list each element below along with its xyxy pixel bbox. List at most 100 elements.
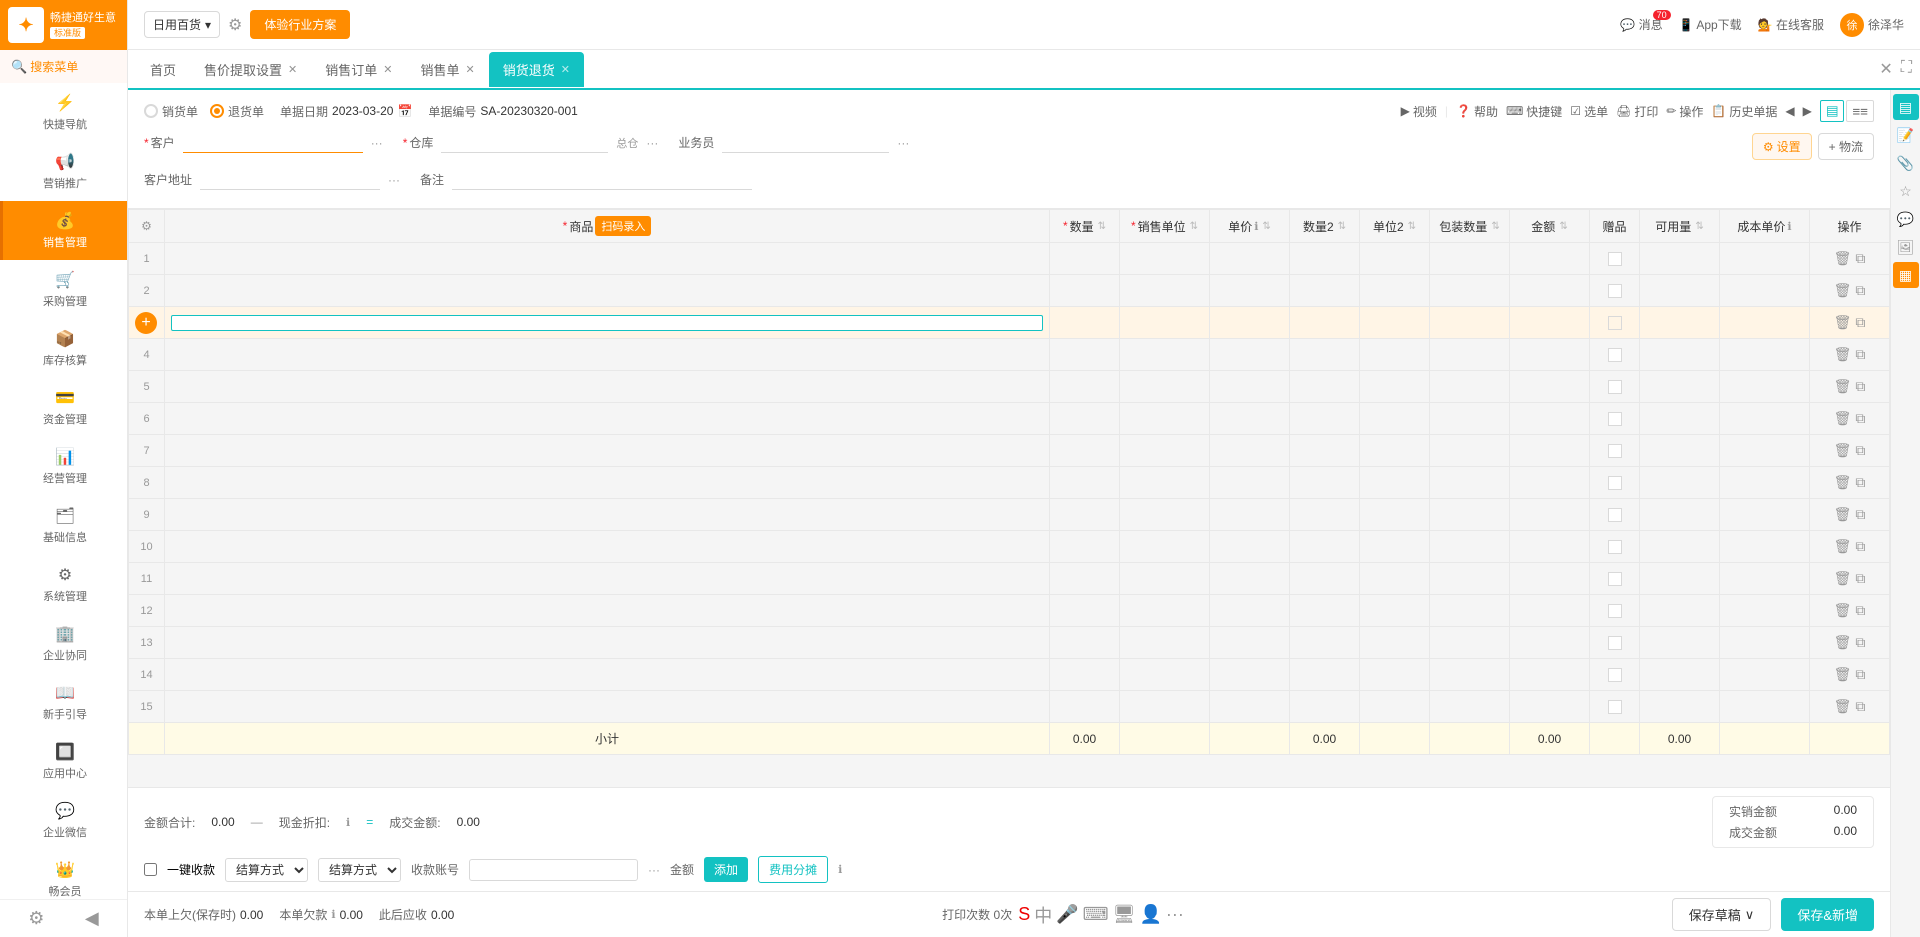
save-new-button[interactable]: 保存&新增 [1781,898,1874,931]
note-input[interactable] [452,169,752,190]
tab-return[interactable]: 销货退货 ✕ [489,52,584,87]
copy-row-btn-3[interactable]: ⧉ [1855,314,1865,331]
save-draft-button[interactable]: 保存草稿 ∨ [1672,898,1772,931]
gift-checkbox-5[interactable] [1608,380,1622,394]
delete-row-btn-6[interactable]: 🗑 [1834,410,1852,427]
close-tab-icon[interactable]: ✕ [1879,59,1892,79]
app-download-button[interactable]: 📱 App下载 [1679,16,1742,33]
copy-row-btn-12[interactable]: ⧉ [1855,602,1865,619]
gift-checkbox-3[interactable] [1608,316,1622,330]
tab-order[interactable]: 销售订单 ✕ [311,52,406,87]
copy-row-btn-8[interactable]: ⧉ [1855,474,1865,491]
topbar-gear-icon[interactable]: ⚙ [228,15,242,35]
tab-price[interactable]: 售价提取设置 ✕ [190,52,311,87]
toolbar-operation-btn[interactable]: ✏ 操作 [1666,103,1703,120]
right-table-view-icon[interactable]: ▤ [1893,94,1919,120]
right-chat-icon[interactable]: 💬 [1893,206,1919,232]
delete-row-btn-13[interactable]: 🗑 [1834,634,1852,651]
gift-checkbox-2[interactable] [1608,284,1622,298]
copy-row-btn-15[interactable]: ⧉ [1855,698,1865,715]
expand-tab-icon[interactable]: ⛶ [1901,59,1912,79]
copy-row-btn-6[interactable]: ⧉ [1855,410,1865,427]
industry-select[interactable]: 日用百货 ▾ [144,11,220,38]
amount-sort-icon[interactable]: ⇅ [1559,221,1567,232]
tab-close-sales[interactable]: ✕ [466,63,475,76]
toolbar-history-btn[interactable]: 📋 历史单据 [1711,103,1777,120]
delete-row-btn-4[interactable]: 🗑 [1834,346,1852,363]
copy-row-btn-7[interactable]: ⧉ [1855,442,1865,459]
copy-row-btn-14[interactable]: ⧉ [1855,666,1865,683]
warehouse-lookup-btn[interactable]: ··· [646,136,658,150]
sidebar-item-purchase[interactable]: 🛒 采购管理 [0,260,127,319]
price-sort-icon[interactable]: ⇅ [1262,221,1270,232]
gift-checkbox-6[interactable] [1608,412,1622,426]
toolbar-select-btn[interactable]: ☑ 选单 [1570,103,1608,120]
customer-input[interactable] [183,132,363,153]
sidebar-item-inventory[interactable]: 📦 库存核算 [0,319,127,378]
cash-discount-info-icon[interactable]: ℹ [346,816,350,829]
expense-split-btn[interactable]: 费用分摊 [758,856,828,883]
tab-close-order[interactable]: ✕ [383,63,392,76]
delete-row-btn-1[interactable]: 🗑 [1834,250,1852,267]
delete-row-btn-5[interactable]: 🗑 [1834,378,1852,395]
nav-prev-icon[interactable]: ◀ [1785,104,1794,118]
sidebar-item-member[interactable]: 👑 畅会员 [0,850,127,899]
delete-row-btn-3[interactable]: 🗑 [1834,314,1852,331]
account-lookup-btn[interactable]: ··· [648,863,660,877]
trial-button[interactable]: 体验行业方案 [250,10,350,39]
product-input-3[interactable] [171,315,1043,331]
one-pay-checkbox[interactable] [144,863,157,876]
sidebar-item-wechat[interactable]: 💬 企业微信 [0,791,127,850]
copy-row-btn-5[interactable]: ⧉ [1855,378,1865,395]
sidebar-item-sales[interactable]: 💰 销售管理 [0,201,127,260]
calendar-icon[interactable]: 📅 [397,104,412,118]
right-star-icon[interactable]: ☆ [1893,178,1919,204]
qty-sort-icon[interactable]: ⇅ [1098,221,1106,232]
logistics-btn[interactable]: + 物流 [1818,133,1874,160]
right-image-icon[interactable]: 🖼 [1893,234,1919,260]
add-row-btn[interactable]: + [135,312,157,334]
delete-row-btn-2[interactable]: 🗑 [1834,282,1852,299]
address-input[interactable] [200,169,380,190]
sub-method-select[interactable]: 结算方式 [318,858,401,882]
settings-btn[interactable]: ⚙ 设置 [1752,133,1812,160]
gift-checkbox-12[interactable] [1608,604,1622,618]
copy-row-btn-11[interactable]: ⧉ [1855,570,1865,587]
address-lookup-btn[interactable]: ··· [388,173,400,187]
delete-row-btn-9[interactable]: 🗑 [1834,506,1852,523]
gift-checkbox-8[interactable] [1608,476,1622,490]
copy-row-btn-10[interactable]: ⧉ [1855,538,1865,555]
sidebar-item-basic[interactable]: 🗂 基础信息 [0,496,127,555]
customer-lookup-btn[interactable]: ··· [371,136,383,150]
tab-sales[interactable]: 销售单 ✕ [406,52,488,87]
unit-sort-icon[interactable]: ⇅ [1190,221,1198,232]
cost-price-info-icon[interactable]: ℹ [1787,220,1791,233]
radio-sales[interactable]: 销货单 [144,103,198,120]
sidebar-item-marketing[interactable]: 📢 营销推广 [0,142,127,201]
unit-price-info-icon[interactable]: ℹ [1254,220,1258,233]
delete-row-btn-10[interactable]: 🗑 [1834,538,1852,555]
sidebar-item-guide[interactable]: 📖 新手引导 [0,673,127,732]
sidebar-item-corp[interactable]: 🏢 企业协同 [0,614,127,673]
qty2-sort-icon[interactable]: ⇅ [1338,221,1346,232]
gift-checkbox-11[interactable] [1608,572,1622,586]
staff-input[interactable] [722,132,889,153]
list-view-btn[interactable]: ≡≡ [1846,100,1874,122]
sidebar-item-finance[interactable]: 💳 资金管理 [0,378,127,437]
right-note-icon[interactable]: 📝 [1893,122,1919,148]
expense-info-icon[interactable]: ℹ [838,863,842,876]
sidebar-item-operation[interactable]: 📊 经营管理 [0,437,127,496]
right-scan-icon[interactable]: ▦ [1893,262,1919,288]
gift-checkbox-1[interactable] [1608,252,1622,266]
nav-next-icon[interactable]: ▶ [1803,104,1812,118]
user-menu[interactable]: 徐 徐泽华 [1840,13,1904,37]
warehouse-input[interactable] [441,132,608,153]
copy-row-btn-9[interactable]: ⧉ [1855,506,1865,523]
delete-row-btn-8[interactable]: 🗑 [1834,474,1852,491]
gift-checkbox-10[interactable] [1608,540,1622,554]
sidebar-collapse-btn[interactable]: ◀ [85,908,99,929]
grid-view-btn[interactable]: ▤ [1820,100,1845,122]
column-settings-icon[interactable]: ⚙ [141,219,152,233]
right-attach-icon[interactable]: 📎 [1893,150,1919,176]
message-button[interactable]: 💬 消息 70 [1620,16,1662,33]
